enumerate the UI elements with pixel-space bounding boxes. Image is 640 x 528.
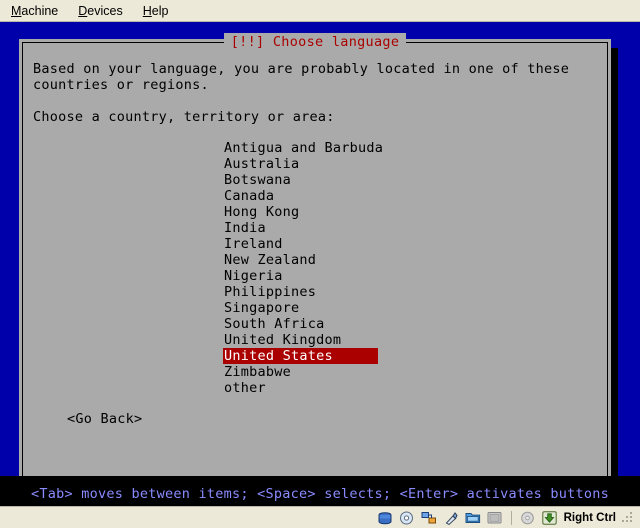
status-separator xyxy=(510,510,512,525)
menu-item-help-label: elp xyxy=(151,3,169,18)
list-item[interactable]: Canada xyxy=(223,188,378,204)
list-item[interactable]: New Zealand xyxy=(223,252,378,268)
resize-grip[interactable] xyxy=(622,511,634,524)
list-item[interactable]: Nigeria xyxy=(223,268,378,284)
display-icon[interactable] xyxy=(486,510,504,526)
list-item[interactable]: Botswana xyxy=(223,172,378,188)
list-item[interactable]: Philippines xyxy=(223,284,378,300)
list-item[interactable]: Singapore xyxy=(223,300,378,316)
virtualbox-window: Machine Devices Help [!!] Choose languag… xyxy=(0,0,640,528)
menu-item-devices-label: evices xyxy=(87,3,123,18)
usb-icon[interactable] xyxy=(442,510,460,526)
menu-item-machine-accel: M xyxy=(11,3,22,18)
list-item[interactable]: Antigua and Barbuda xyxy=(223,140,383,156)
menu-item-devices[interactable]: Devices xyxy=(69,2,131,20)
list-item[interactable]: South Africa xyxy=(223,316,378,332)
optical-disc-icon[interactable] xyxy=(398,510,416,526)
installer-help-bar: <Tab> moves between items; <Space> selec… xyxy=(0,476,640,506)
intro-text-line-1: Based on your language, you are probably… xyxy=(33,61,570,77)
list-item[interactable]: United Kingdom xyxy=(223,332,378,348)
help-text: <Tab> moves between items; <Space> selec… xyxy=(30,486,610,502)
menu-item-help-accel: H xyxy=(142,3,152,18)
intro-text-line-2: countries or regions. xyxy=(33,77,209,93)
harddisk-icon[interactable] xyxy=(376,510,394,526)
status-bar: Right Ctrl xyxy=(0,506,640,528)
go-back-button[interactable]: <Go Back> xyxy=(67,411,142,427)
list-item[interactable]: other xyxy=(223,380,378,396)
list-item[interactable]: Hong Kong xyxy=(223,204,378,220)
list-item-selected[interactable]: United States xyxy=(223,348,378,364)
list-item[interactable]: Ireland xyxy=(223,236,378,252)
list-item[interactable]: Australia xyxy=(223,156,378,172)
menu-item-devices-accel: D xyxy=(78,3,88,18)
menu-item-machine-label: achine xyxy=(21,3,59,18)
host-key-label: Right Ctrl xyxy=(563,511,616,524)
menu-bar: Machine Devices Help xyxy=(0,0,640,22)
choose-language-dialog: [!!] Choose language Based on your langu… xyxy=(19,33,611,489)
vm-display[interactable]: [!!] Choose language Based on your langu… xyxy=(0,22,640,506)
list-item[interactable]: Zimbabwe xyxy=(223,364,378,380)
host-key-icon[interactable] xyxy=(541,510,559,526)
shared-folder-icon[interactable] xyxy=(464,510,482,526)
dialog-title-bar: [!!] Choose language xyxy=(23,33,607,52)
menu-item-help[interactable]: Help xyxy=(134,2,178,20)
dialog-inner-frame: [!!] Choose language Based on your langu… xyxy=(22,33,608,486)
mouse-icon[interactable] xyxy=(519,510,537,526)
network-icon[interactable] xyxy=(420,510,438,526)
prompt-text: Choose a country, territory or area: xyxy=(33,109,335,125)
list-item[interactable]: India xyxy=(223,220,378,236)
menu-item-machine[interactable]: Machine xyxy=(2,2,67,20)
country-list[interactable]: Antigua and Barbuda Australia Botswana C… xyxy=(223,140,383,396)
dialog-title: [!!] Choose language xyxy=(223,33,407,52)
